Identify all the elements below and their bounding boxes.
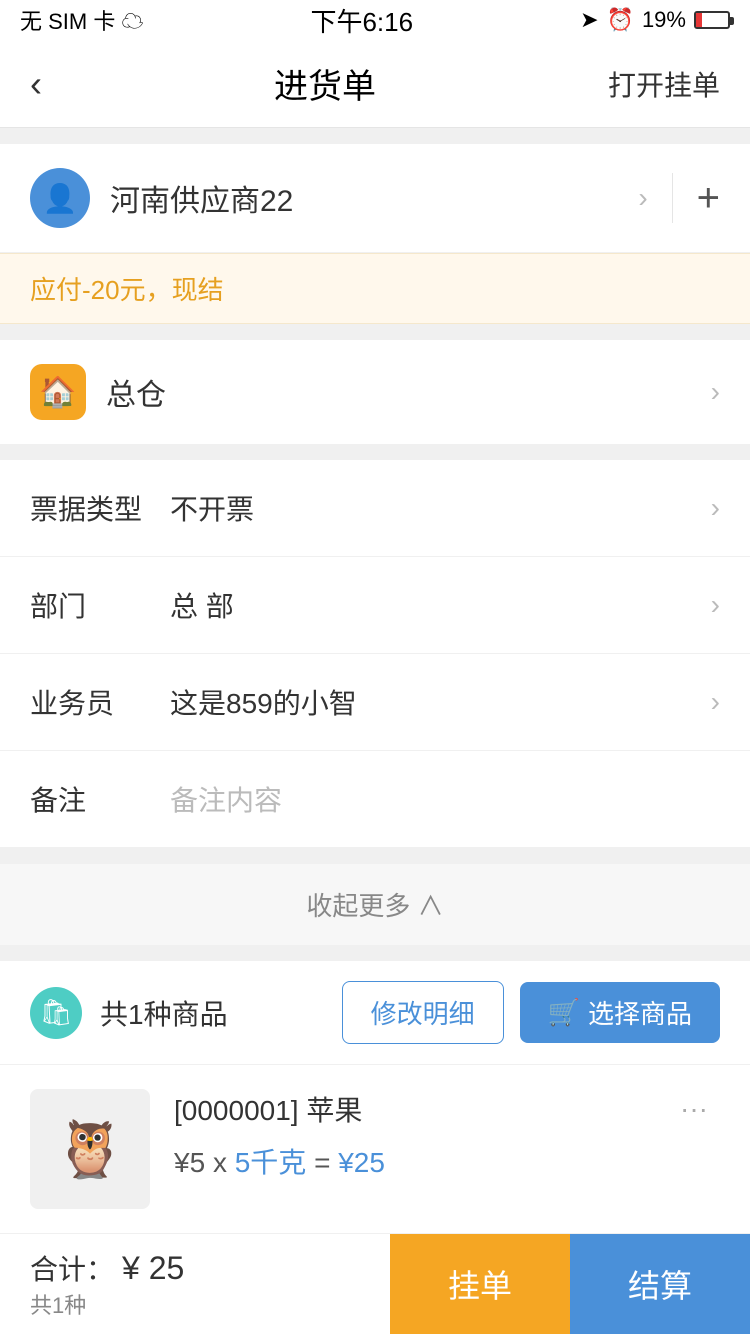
product-section: 🛍 共1种商品 修改明细 🛒 选择商品 🦉 [0000001] 苹果 ¥5 x … <box>0 961 750 1233</box>
product-total: ¥25 <box>338 1147 385 1178</box>
supplier-avatar-icon: 👤 <box>43 182 78 215</box>
remark-label: 备注 <box>30 779 150 819</box>
invoice-type-label: 票据类型 <box>30 488 150 528</box>
department-chevron-icon: › <box>711 589 720 621</box>
product-item: 🦉 [0000001] 苹果 ¥5 x 5千克 = ¥25 ··· <box>0 1065 750 1233</box>
divider <box>672 173 673 223</box>
product-placeholder-icon: 🦉 <box>55 1116 125 1182</box>
select-product-label: 选择商品 <box>588 994 692 1031</box>
product-name: [0000001] 苹果 <box>174 1089 668 1129</box>
department-value: 总 部 <box>170 585 711 625</box>
product-equals: = <box>314 1147 338 1178</box>
total-row: 合计： ¥ 25 <box>30 1248 360 1288</box>
cart-icon: 🛍 <box>39 997 72 1028</box>
warehouse-name: 总仓 <box>106 370 711 414</box>
total-label: 合计： <box>30 1248 114 1288</box>
product-more-button[interactable]: ··· <box>668 1089 720 1129</box>
home-icon: 🏠 <box>39 375 76 410</box>
product-unit-price: ¥5 <box>174 1147 205 1178</box>
salesperson-chevron-icon: › <box>711 686 720 718</box>
total-count-label: 共1种 <box>30 1288 360 1320</box>
supplier-avatar: 👤 <box>30 168 90 228</box>
product-thumbnail: 🦉 <box>30 1089 150 1209</box>
sim-label: 无 SIM 卡 ☁ <box>20 4 143 36</box>
warehouse-icon: 🏠 <box>30 364 86 420</box>
remark-placeholder: 备注内容 <box>170 779 720 819</box>
supplier-notice: 应付-20元，现结 <box>0 253 750 324</box>
salesperson-value: 这是859的小智 <box>170 682 711 722</box>
product-section-icon: 🛍 <box>30 987 82 1039</box>
supplier-chevron-icon: › <box>638 182 647 214</box>
warehouse-section: 🏠 总仓 › <box>0 340 750 444</box>
status-right: ➤ ⏰ 19% <box>580 7 730 33</box>
alarm-icon: ⏰ <box>607 7 634 33</box>
nav-bar: ‹ 进货单 打开挂单 <box>0 40 750 128</box>
edit-detail-button[interactable]: 修改明细 <box>342 981 504 1044</box>
product-quantity: 5千克 <box>235 1147 307 1178</box>
supplier-name: 河南供应商22 <box>110 176 638 220</box>
collapse-bar[interactable]: 收起更多 ∧ <box>0 864 750 945</box>
product-price: ¥5 x 5千克 = ¥25 <box>174 1141 668 1181</box>
supplier-row[interactable]: 👤 河南供应商22 › + <box>0 144 750 253</box>
product-header: 🛍 共1种商品 修改明细 🛒 选择商品 <box>0 961 750 1065</box>
total-section: 合计： ¥ 25 共1种 <box>0 1248 390 1320</box>
department-label: 部门 <box>30 585 150 625</box>
status-left: 无 SIM 卡 ☁ <box>20 4 143 36</box>
open-pending-button[interactable]: 打开挂单 <box>608 64 720 104</box>
time-display: 下午6:16 <box>310 2 413 39</box>
form-section: 票据类型 不开票 › 部门 总 部 › 业务员 这是859的小智 › 备注 备注… <box>0 460 750 848</box>
product-count-label: 共1种商品 <box>100 993 342 1033</box>
product-info: [0000001] 苹果 ¥5 x 5千克 = ¥25 <box>174 1089 668 1181</box>
product-price-separator: x <box>213 1147 235 1178</box>
back-button[interactable]: ‹ <box>30 63 42 105</box>
warehouse-chevron-icon: › <box>711 376 720 408</box>
pending-button[interactable]: 挂单 <box>390 1234 570 1334</box>
location-icon: ➤ <box>580 7 598 33</box>
checkout-button[interactable]: 结算 <box>570 1234 750 1334</box>
salesperson-label: 业务员 <box>30 682 150 722</box>
product-code: [0000001] <box>174 1095 299 1126</box>
product-name-text: 苹果 <box>306 1095 362 1126</box>
page-title: 进货单 <box>274 59 376 108</box>
battery-label: 19% <box>642 7 686 33</box>
total-amount: ¥ 25 <box>122 1250 184 1287</box>
supplier-section: 👤 河南供应商22 › + 应付-20元，现结 <box>0 144 750 324</box>
department-row[interactable]: 部门 总 部 › <box>0 557 750 654</box>
warehouse-row[interactable]: 🏠 总仓 › <box>0 340 750 444</box>
select-product-icon: 🛒 <box>548 997 580 1028</box>
battery-icon <box>694 11 730 29</box>
invoice-type-row[interactable]: 票据类型 不开票 › <box>0 460 750 557</box>
salesperson-row[interactable]: 业务员 这是859的小智 › <box>0 654 750 751</box>
invoice-type-chevron-icon: › <box>711 492 720 524</box>
select-product-button[interactable]: 🛒 选择商品 <box>520 982 720 1043</box>
add-supplier-button[interactable]: + <box>697 176 720 221</box>
status-bar: 无 SIM 卡 ☁ 下午6:16 ➤ ⏰ 19% <box>0 0 750 40</box>
invoice-type-value: 不开票 <box>170 488 711 528</box>
remark-row[interactable]: 备注 备注内容 <box>0 751 750 848</box>
bottom-bar: 合计： ¥ 25 共1种 挂单 结算 <box>0 1234 750 1334</box>
